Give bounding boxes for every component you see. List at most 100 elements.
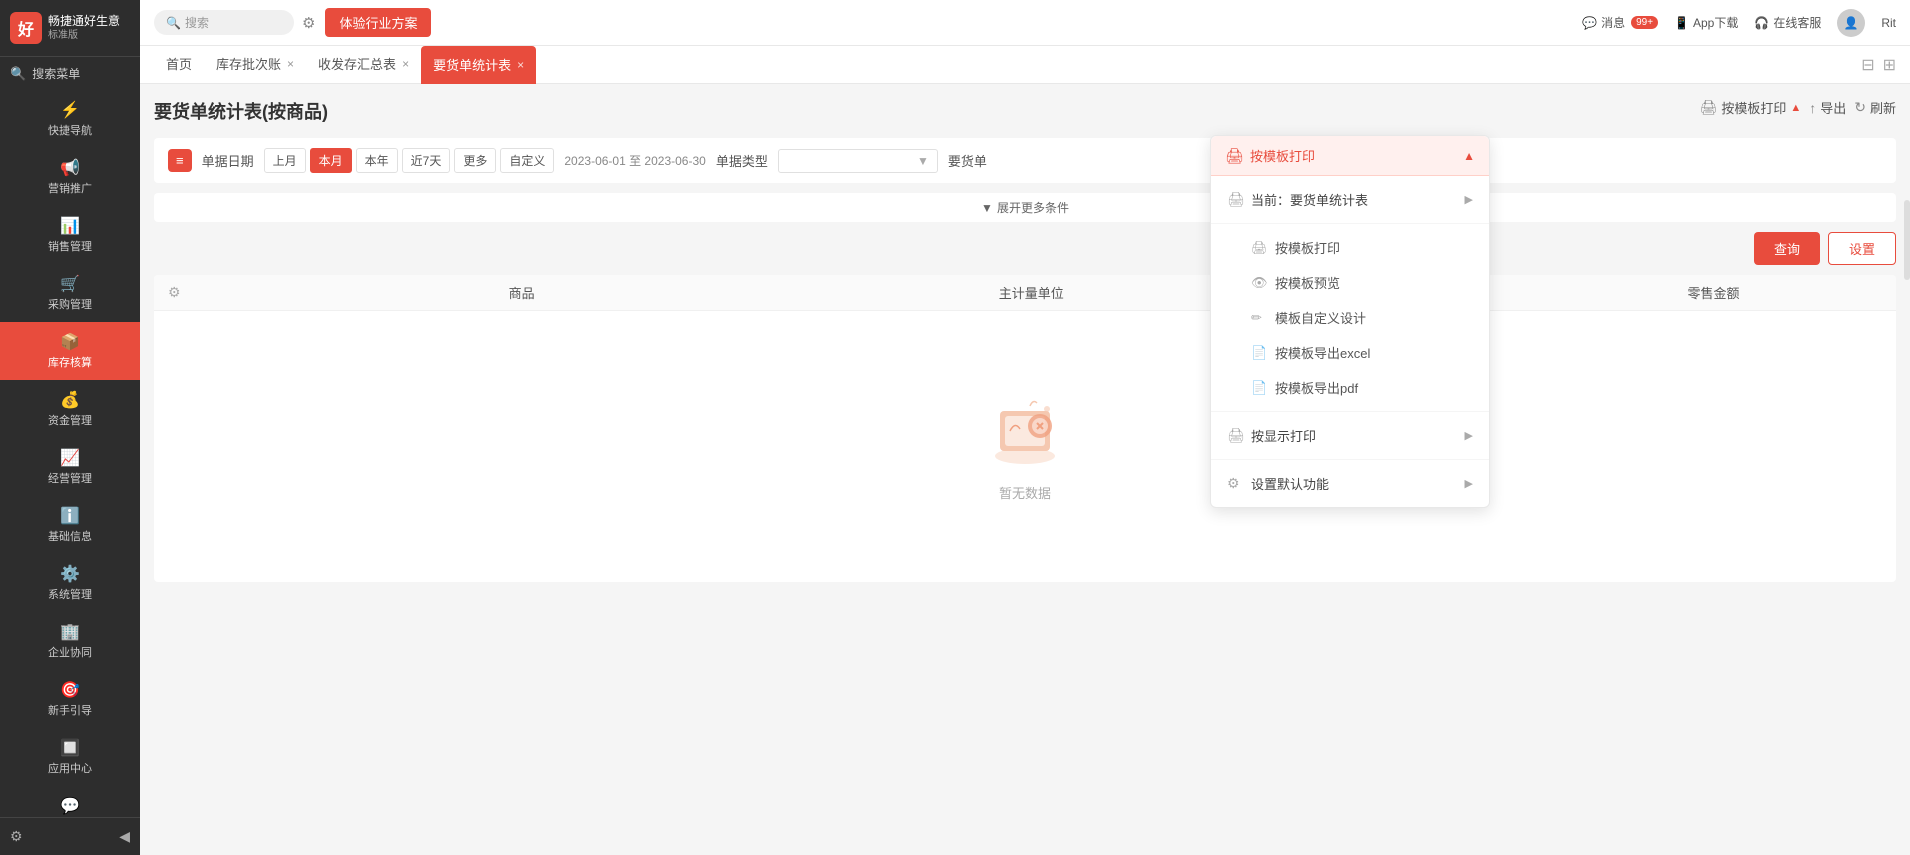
tab-collapse-icon[interactable]: ⊟ xyxy=(1861,55,1874,75)
content-area: 要货单统计表(按商品) 🖨 按模板打印 ▲ ↑ 导出 ↻ 刷新 ≡ 单据日期 xyxy=(140,84,1910,855)
table-header: ⚙ 商品 主计量单位 主数量 零售金额 xyxy=(154,275,1896,311)
dropdown-collapse-icon[interactable]: ▲ xyxy=(1463,149,1475,163)
date-label: 单据日期 xyxy=(202,151,254,170)
sidebar-search[interactable]: 🔍 搜索菜单 xyxy=(0,57,140,90)
sidebar-logo: 好 畅捷通好生意 标准版 xyxy=(0,0,140,57)
empty-state: 暂无数据 xyxy=(154,311,1896,582)
settings-btn[interactable]: 设置 xyxy=(1828,232,1896,265)
messages-btn[interactable]: 💬 消息 99+ xyxy=(1582,14,1658,31)
sidebar-item-quick-nav[interactable]: ⚡ 快捷导航 xyxy=(0,90,140,148)
print-chevron-up-icon[interactable]: ▲ xyxy=(1790,102,1801,114)
empty-illustration xyxy=(975,391,1075,471)
sidebar-item-inventory[interactable]: 📦 库存核算 xyxy=(0,322,140,380)
dropdown-template-excel[interactable]: 📄 按模板导出excel xyxy=(1211,335,1489,370)
online-service-btn[interactable]: 🎧 在线客服 xyxy=(1754,14,1821,31)
date-btn-7days[interactable]: 近7天 xyxy=(402,148,451,173)
yh-label: 要货单 xyxy=(948,151,987,170)
dropdown-title-area: 🖨 按模板打印 xyxy=(1225,146,1315,165)
empty-text: 暂无数据 xyxy=(999,483,1051,502)
wechat-icon: 💬 xyxy=(60,796,80,816)
query-btn[interactable]: 查询 xyxy=(1754,232,1820,265)
tab-receipt-summary[interactable]: 收发存汇总表 × xyxy=(306,46,421,84)
sidebar-item-wechat[interactable]: 💬 企业微信 xyxy=(0,786,140,817)
tab-expand-icon[interactable]: ⊞ xyxy=(1883,55,1896,75)
dropdown-template-preview[interactable]: 👁 按模板预览 xyxy=(1211,265,1489,300)
col-unit: 主计量单位 xyxy=(863,283,1200,302)
sidebar-nav: ⚡ 快捷导航 📢 营销推广 📊 销售管理 🛒 采购管理 📦 库存核算 💰 资金管… xyxy=(0,90,140,817)
date-btn-this-month[interactable]: 本月 xyxy=(310,148,352,173)
sidebar-item-enterprise[interactable]: 🏢 企业协同 xyxy=(0,612,140,670)
tab-close-receipt-summary[interactable]: × xyxy=(402,57,409,71)
dropdown-template-pdf[interactable]: 📄 按模板导出pdf xyxy=(1211,370,1489,405)
topbar-gear-icon[interactable]: ⚙ xyxy=(302,14,315,32)
refresh-btn[interactable]: ↻ 刷新 xyxy=(1854,98,1896,117)
export-btn[interactable]: ↑ 导出 xyxy=(1809,98,1846,117)
export-icon: ↑ xyxy=(1809,100,1816,116)
finance-icon: 💰 xyxy=(60,390,80,410)
inventory-icon: 📦 xyxy=(60,332,80,352)
dropdown-display-print[interactable]: 🖨 按显示打印 ▶ xyxy=(1211,418,1489,453)
tab-batch-account[interactable]: 库存批次账 × xyxy=(204,46,306,84)
sidebar-collapse-button[interactable]: ◀ xyxy=(119,828,130,845)
user-avatar[interactable]: 👤 xyxy=(1837,9,1865,37)
sidebar-item-purchase[interactable]: 🛒 采购管理 xyxy=(0,264,140,322)
filter-expand-button[interactable]: ≡ xyxy=(168,149,192,172)
appstore-icon: 🔲 xyxy=(60,738,80,758)
dropdown-header: 🖨 按模板打印 ▲ xyxy=(1211,136,1489,176)
dropdown-current-item[interactable]: 🖨 当前：要货单统计表 ▶ xyxy=(1211,182,1489,217)
sidebar-item-appstore[interactable]: 🔲 应用中心 xyxy=(0,728,140,786)
date-btn-custom[interactable]: 自定义 xyxy=(500,148,554,173)
date-btn-last-month[interactable]: 上月 xyxy=(264,148,306,173)
app-logo-icon: 好 xyxy=(10,12,42,44)
doc-type-select[interactable]: ▼ xyxy=(778,149,938,173)
col-product: 商品 xyxy=(185,283,859,302)
sidebar-bottom: ⚙ ◀ xyxy=(0,817,140,855)
date-range-display: 2023-06-01 至 2023-06-30 xyxy=(564,152,705,169)
app-download-btn[interactable]: 📱 App下载 xyxy=(1674,14,1738,31)
select-arrow-icon: ▼ xyxy=(917,154,929,168)
basic-icon: ℹ️ xyxy=(60,506,80,526)
sidebar-item-basic[interactable]: ℹ️ 基础信息 xyxy=(0,496,140,554)
sidebar-settings-button[interactable]: ⚙ xyxy=(10,828,23,845)
username-label: Rit xyxy=(1881,16,1896,30)
filter-bar: ≡ 单据日期 上月 本月 本年 近7天 更多 自定义 2023-06-01 至 … xyxy=(154,138,1896,183)
date-btn-more[interactable]: 更多 xyxy=(454,148,496,173)
enterprise-icon: 🏢 xyxy=(60,622,80,642)
sidebar-item-marketing[interactable]: 📢 营销推广 xyxy=(0,148,140,206)
tab-close-batch-account[interactable]: × xyxy=(287,57,294,71)
tab-bar: 首页 库存批次账 × 收发存汇总表 × 要货单统计表 × ⊟ ⊞ xyxy=(140,46,1910,84)
download-icon: 📱 xyxy=(1674,16,1689,30)
tab-order-stats[interactable]: 要货单统计表 × xyxy=(421,46,536,84)
right-scrollbar[interactable] xyxy=(1904,200,1910,280)
print-dropdown: 🖨 按模板打印 ▲ 🖨 当前：要货单统计表 ▶ 🖨 按模板打印 xyxy=(1210,135,1490,508)
current-arrow-icon: ▶ xyxy=(1465,193,1473,206)
dropdown-template-print[interactable]: 🖨 按模板打印 xyxy=(1211,230,1489,265)
doc-type-label: 单据类型 xyxy=(716,151,768,170)
expand-more-btn[interactable]: ▼ 展开更多条件 xyxy=(965,193,1085,222)
topbar-right: 💬 消息 99+ 📱 App下载 🎧 在线客服 👤 Rit xyxy=(1582,9,1896,37)
dropdown-template-custom[interactable]: ✏ 模板自定义设计 xyxy=(1211,300,1489,335)
marketing-icon: 📢 xyxy=(60,158,80,178)
template-print-icon: 🖨 xyxy=(1251,240,1267,256)
trial-btn[interactable]: 体验行业方案 xyxy=(325,8,431,37)
quick-nav-icon: ⚡ xyxy=(60,100,80,120)
refresh-icon: ↻ xyxy=(1854,99,1866,116)
tab-close-order-stats[interactable]: × xyxy=(517,58,524,72)
dropdown-default-func[interactable]: ⚙ 设置默认功能 ▶ xyxy=(1211,466,1489,501)
current-label: 当前：要货单统计表 xyxy=(1251,190,1368,209)
sidebar-item-guide[interactable]: 🎯 新手引导 xyxy=(0,670,140,728)
sidebar-item-sales[interactable]: 📊 销售管理 xyxy=(0,206,140,264)
print-icon: 🖨 xyxy=(1700,99,1718,116)
sidebar-item-finance[interactable]: 💰 资金管理 xyxy=(0,380,140,438)
dropdown-template-section: 🖨 按模板打印 👁 按模板预览 ✏ 模板自定义设计 📄 按模板导出excel 📄 xyxy=(1211,224,1489,412)
date-btn-this-year[interactable]: 本年 xyxy=(356,148,398,173)
table-gear-icon[interactable]: ⚙ xyxy=(168,284,181,301)
topbar-search[interactable]: 🔍 搜索 xyxy=(154,10,294,35)
guide-icon: 🎯 xyxy=(60,680,80,700)
purchase-icon: 🛒 xyxy=(60,274,80,294)
sidebar-item-system[interactable]: ⚙️ 系统管理 xyxy=(0,554,140,612)
dropdown-display-section: 🖨 按显示打印 ▶ xyxy=(1211,412,1489,460)
print-template-btn[interactable]: 🖨 按模板打印 ▲ xyxy=(1700,98,1802,117)
sidebar-item-operation[interactable]: 📈 经营管理 xyxy=(0,438,140,496)
tab-home[interactable]: 首页 xyxy=(154,46,204,84)
